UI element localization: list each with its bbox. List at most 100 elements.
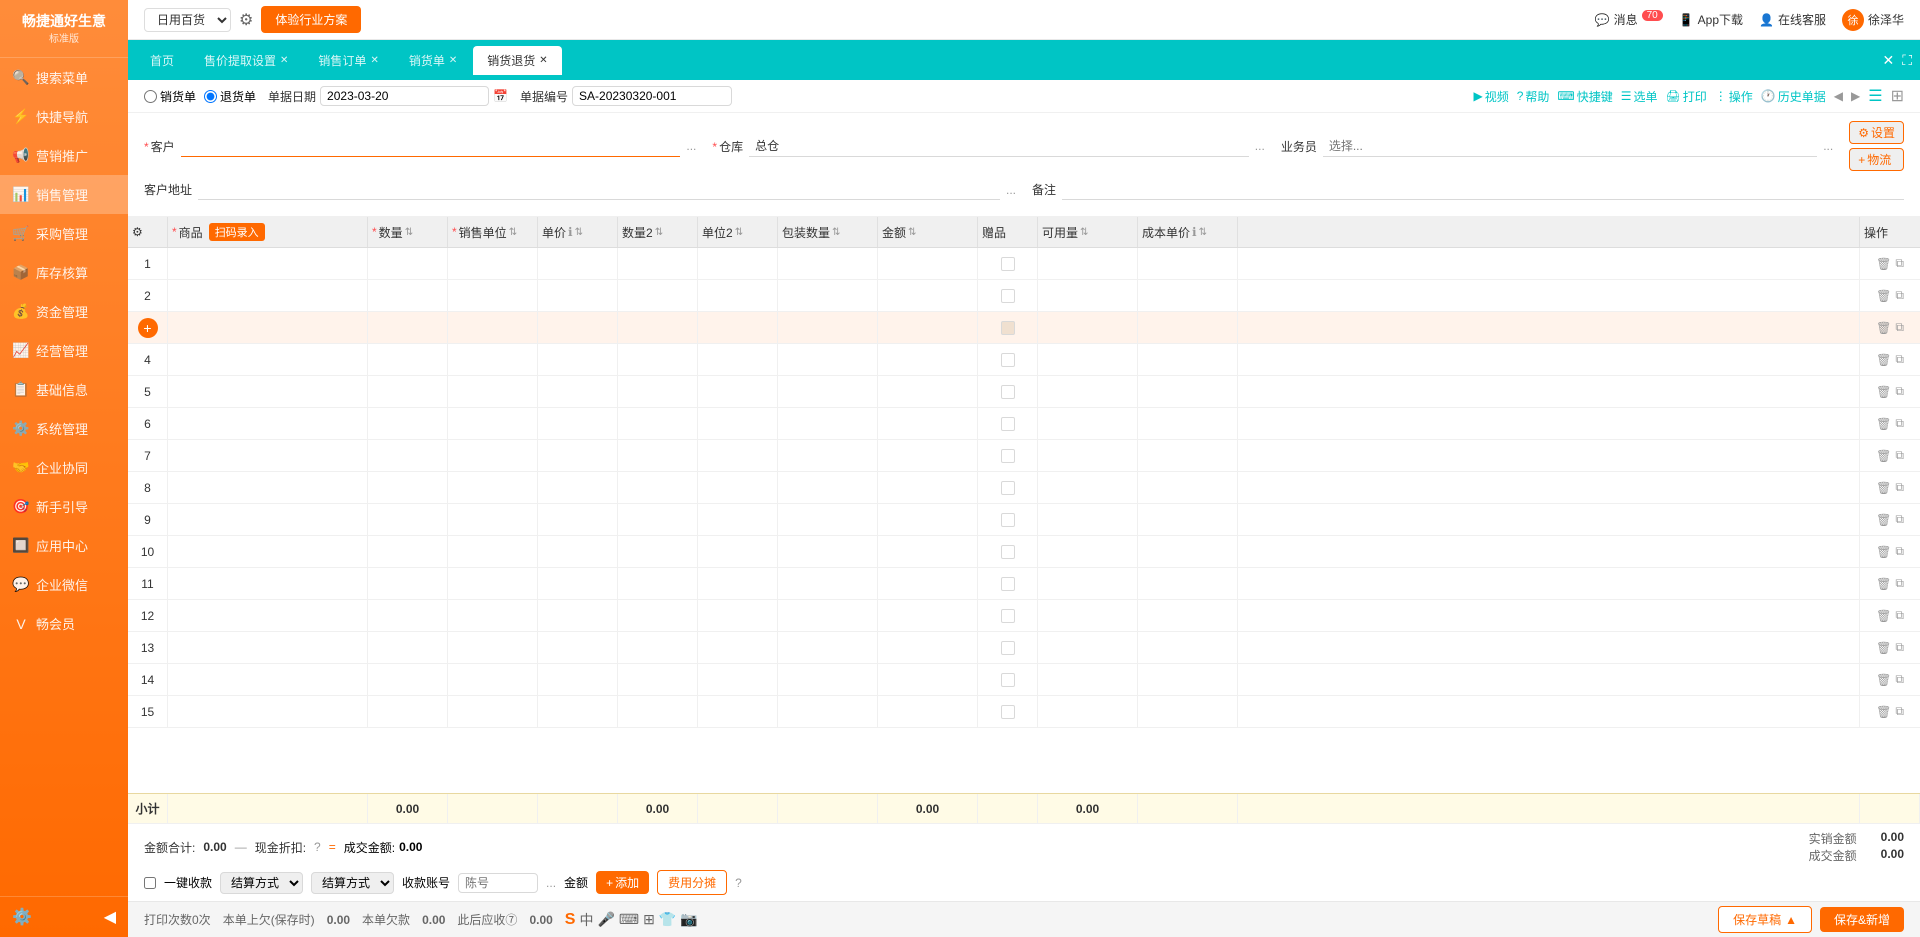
sidebar-item-member[interactable]: V 畅会员 xyxy=(0,604,128,643)
radio-sale[interactable]: 销货单 xyxy=(144,88,196,105)
industry-select[interactable]: 日用百货 xyxy=(144,8,231,32)
row-qty2-1[interactable] xyxy=(618,248,698,279)
customer-lookup-icon[interactable]: ... xyxy=(686,139,696,153)
row-qty-2[interactable] xyxy=(368,280,448,311)
pack-qty-sort-icon[interactable]: ⇅ xyxy=(832,227,840,238)
fee-question-icon[interactable]: ? xyxy=(735,876,742,890)
chevron-up-icon[interactable]: ▲ xyxy=(1785,913,1797,927)
row-amount-1[interactable] xyxy=(878,248,978,279)
sidebar-item-system[interactable]: ⚙️ 系统管理 xyxy=(0,409,128,448)
sidebar-item-guide[interactable]: 🎯 新手引导 xyxy=(0,487,128,526)
history-next-icon[interactable]: ▶ xyxy=(1851,89,1860,103)
warehouse-lookup-icon[interactable]: ... xyxy=(1255,139,1265,153)
print-action[interactable]: 🖨 打印 xyxy=(1666,88,1707,105)
salesman-lookup-icon[interactable]: ... xyxy=(1823,139,1833,153)
gear-col-icon[interactable]: ⚙ xyxy=(132,225,143,239)
row-gift-2[interactable] xyxy=(978,280,1038,311)
radio-return-input[interactable] xyxy=(204,90,217,103)
calc-method-select[interactable]: 结算方式 xyxy=(220,872,303,894)
delete-icon[interactable]: 🗑 xyxy=(1876,545,1891,559)
row-unit-1[interactable] xyxy=(448,248,538,279)
tab-delivery[interactable]: 销货单 ✕ xyxy=(395,46,471,75)
sidebar-item-basic[interactable]: 📋 基础信息 xyxy=(0,370,128,409)
keyboard-icon[interactable]: ⌨ xyxy=(619,911,639,928)
tab-delivery-close-icon[interactable]: ✕ xyxy=(449,55,457,66)
add-row-button[interactable]: + xyxy=(138,318,158,338)
qr-icon[interactable]: ⊞ xyxy=(643,911,655,928)
delete-icon[interactable]: 🗑 xyxy=(1876,641,1891,655)
close-all-icon[interactable]: ✕ xyxy=(1882,52,1894,69)
sidebar-item-wechat[interactable]: 💬 企业微信 xyxy=(0,565,128,604)
row-price-2[interactable] xyxy=(538,280,618,311)
delete-icon[interactable]: 🗑 xyxy=(1876,417,1891,431)
row-unit2-2[interactable] xyxy=(698,280,778,311)
copy-icon[interactable]: ⧉ xyxy=(1895,352,1904,367)
gift-checkbox[interactable] xyxy=(1001,609,1015,623)
message-button[interactable]: 💬 消息 70 xyxy=(1595,11,1663,28)
delete-icon-2[interactable]: 🗑 xyxy=(1876,289,1891,303)
date-input[interactable] xyxy=(320,86,489,106)
gift-checkbox[interactable] xyxy=(1001,705,1015,719)
sidebar-item-apps[interactable]: 🔲 应用中心 xyxy=(0,526,128,565)
available-sort-icon[interactable]: ⇅ xyxy=(1080,227,1088,238)
one-click-payment-checkbox[interactable] xyxy=(144,877,156,889)
amount-sort-icon[interactable]: ⇅ xyxy=(908,227,916,238)
row-unit2-3[interactable] xyxy=(698,312,778,343)
account-input[interactable] xyxy=(458,873,538,893)
gift-checkbox[interactable] xyxy=(1001,545,1015,559)
sidebar-item-sales[interactable]: 📊 销售管理 xyxy=(0,175,128,214)
shortcut-action[interactable]: ⌨ 快捷键 xyxy=(1557,88,1612,105)
delete-icon[interactable]: 🗑 xyxy=(1876,385,1891,399)
tab-price-close-icon[interactable]: ✕ xyxy=(280,55,288,66)
row-qty2-2[interactable] xyxy=(618,280,698,311)
delete-icon[interactable]: 🗑 xyxy=(1876,353,1891,367)
amount-input-1[interactable] xyxy=(882,257,973,271)
history-prev-icon[interactable]: ◀ xyxy=(1834,89,1843,103)
unit2-input-1[interactable] xyxy=(702,257,773,271)
tab-price[interactable]: 售价提取设置 ✕ xyxy=(190,46,302,75)
row-qty2-3[interactable] xyxy=(618,312,698,343)
gift-checkbox-3[interactable] xyxy=(1001,321,1015,335)
unit2-sort-icon[interactable]: ⇅ xyxy=(735,227,743,238)
experience-button[interactable]: 体验行业方案 xyxy=(261,6,361,33)
address-input[interactable] xyxy=(198,179,1000,200)
row-goods-3[interactable] xyxy=(168,312,368,343)
app-download-button[interactable]: 📱 App下载 xyxy=(1679,11,1743,28)
copy-icon[interactable]: ⧉ xyxy=(1895,704,1904,719)
sidebar-item-enterprise[interactable]: 🤝 企业协同 xyxy=(0,448,128,487)
help-action[interactable]: ? 帮助 xyxy=(1517,88,1550,105)
gift-checkbox[interactable] xyxy=(1001,513,1015,527)
remark-input[interactable] xyxy=(1062,179,1904,200)
copy-icon[interactable]: ⧉ xyxy=(1895,416,1904,431)
gift-checkbox[interactable] xyxy=(1001,673,1015,687)
copy-icon[interactable]: ⧉ xyxy=(1895,480,1904,495)
copy-icon[interactable]: ⧉ xyxy=(1895,576,1904,591)
goods-input-2[interactable] xyxy=(172,289,363,303)
delete-icon[interactable]: 🗑 xyxy=(1876,705,1891,719)
copy-icon[interactable]: ⧉ xyxy=(1895,384,1904,399)
gift-checkbox[interactable] xyxy=(1001,577,1015,591)
row-packqty-3[interactable] xyxy=(778,312,878,343)
copy-icon[interactable]: ⧉ xyxy=(1895,640,1904,655)
history-action[interactable]: 🕐 历史单据 xyxy=(1761,88,1826,105)
gift-checkbox[interactable] xyxy=(1001,385,1015,399)
price-sort-icon[interactable]: ⇅ xyxy=(575,227,583,238)
list-view-icon[interactable]: ☰ xyxy=(1868,86,1882,106)
row-unit2-1[interactable] xyxy=(698,248,778,279)
delete-icon[interactable]: 🗑 xyxy=(1876,449,1891,463)
cost-sort-icon[interactable]: ⇅ xyxy=(1199,227,1207,238)
delete-icon[interactable]: 🗑 xyxy=(1876,609,1891,623)
sidebar-item-purchase[interactable]: 🛒 采购管理 xyxy=(0,214,128,253)
sale-unit-sort-icon[interactable]: ⇅ xyxy=(509,227,517,238)
collapse-icon[interactable]: ◀ xyxy=(104,907,116,927)
mic-icon[interactable]: 🎤 xyxy=(597,911,614,928)
sidebar-item-shortcut[interactable]: ⚡ 快捷导航 xyxy=(0,97,128,136)
copy-icon-3[interactable]: ⧉ xyxy=(1895,320,1904,335)
row-gift-3[interactable] xyxy=(978,312,1038,343)
row-price-1[interactable] xyxy=(538,248,618,279)
operation-action[interactable]: ⋮ 操作 xyxy=(1715,88,1753,105)
gift-checkbox-1[interactable] xyxy=(1001,257,1015,271)
qty-sort-icon[interactable]: ⇅ xyxy=(405,227,413,238)
grid-view-icon[interactable]: ⊞ xyxy=(1891,86,1904,106)
settings-gear-icon[interactable]: ⚙ xyxy=(239,10,253,30)
